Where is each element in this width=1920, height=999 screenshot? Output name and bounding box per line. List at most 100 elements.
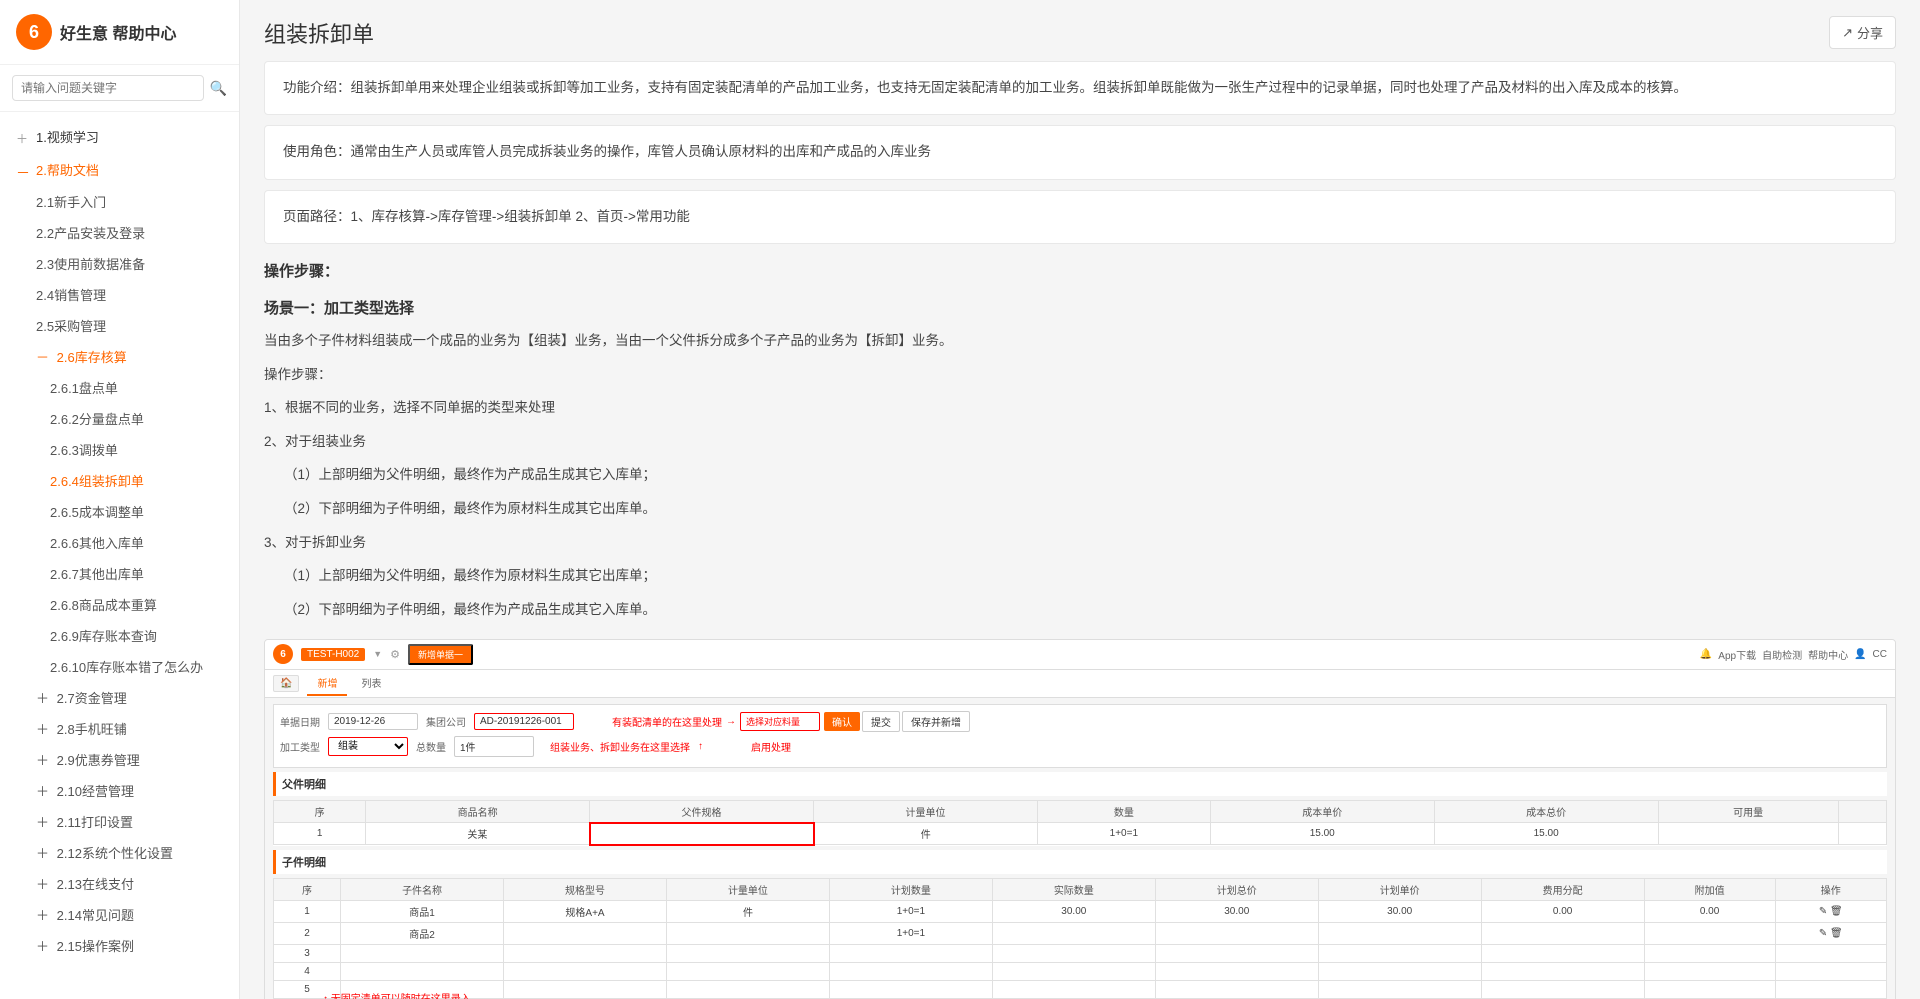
expand-icon: ＋ <box>16 130 30 144</box>
sidebar-item-2-1[interactable]: 2.1新手入门 <box>0 186 239 217</box>
app-icon-user: 👤 <box>1854 649 1866 660</box>
sidebar-item-2-6-4[interactable]: 2.6.4组装拆卸单 <box>0 465 239 496</box>
sidebar-item-2-12[interactable]: ＋ 2.12系统个性化设置 <box>0 837 239 868</box>
nav-group-video-label: 1.视频学习 <box>36 127 99 146</box>
scene-title: 场景一：加工类型选择 <box>264 297 1896 318</box>
upper-section-title: 父件明细 <box>273 772 1887 796</box>
sidebar-item-2-6-1[interactable]: 2.6.1盘点单 <box>0 372 239 403</box>
sidebar-item-2-10[interactable]: ＋ 2.10经营管理 <box>0 775 239 806</box>
lower-td-1-plan-total: 30.00 <box>1155 900 1318 922</box>
lower-td-2-ops[interactable]: ✎ 🗑 <box>1775 922 1886 944</box>
sidebar-item-2-2[interactable]: 2.2产品安装及登录 <box>0 217 239 248</box>
steps-intro: 操作步骤： <box>264 362 1896 388</box>
sidebar-item-2-6-5[interactable]: 2.6.5成本调整单 <box>0 496 239 527</box>
sidebar-item-2-6-9[interactable]: 2.6.9库存账本查询 <box>0 620 239 651</box>
search-button[interactable]: 🔍 <box>210 80 227 97</box>
step3-1: （1）上部明细为父件明细，最终作为原材料生成其它出库单； <box>264 563 1896 589</box>
sidebar-item-2-3[interactable]: 2.3使用前数据准备 <box>0 248 239 279</box>
lower-td-2-fee <box>1481 922 1644 944</box>
lower-table-row-3: 3 <box>274 944 1887 962</box>
form-other-btn1[interactable]: 提交 <box>862 711 900 732</box>
sidebar-search-area: 🔍 <box>0 65 239 112</box>
step2-1: （1）上部明细为父件明细，最终作为产成品生成其它入库单； <box>264 462 1896 488</box>
app-logo-icon: 6 <box>16 14 52 50</box>
lower-th-addon: 附加值 <box>1644 878 1775 900</box>
form-type-label: 加工类型 <box>280 739 320 754</box>
collapse-icon: － <box>16 163 30 177</box>
form-confirm-btn[interactable]: 确认 <box>824 712 860 731</box>
upper-td-spec[interactable] <box>590 823 814 845</box>
lower-th-ops: 操作 <box>1775 878 1886 900</box>
annotation-assemble-text: 有装配清单的在这里处理 <box>612 714 722 729</box>
lower-td-2-plan-price <box>1318 922 1481 944</box>
step2-2: （2）下部明细为子件明细，最终作为原材料生成其它出库单。 <box>264 496 1896 522</box>
nav-group-video-header[interactable]: ＋ 1.视频学习 <box>0 120 239 153</box>
app-top-logo-icon: 6 <box>273 644 293 664</box>
lower-table-row-1: 1 商品1 规格A+A 件 1+0=1 30.00 30.00 30.00 0. <box>274 900 1887 922</box>
sidebar-item-2-14[interactable]: ＋ 2.14常见问题 <box>0 899 239 930</box>
form-date-input[interactable]: 2019-12-26 <box>328 713 418 730</box>
lower-td-2-spec <box>504 922 667 944</box>
annotation-freeform-text: ↑ 无固定清单可以随时在这里录入 <box>323 990 471 999</box>
sidebar-item-2-15[interactable]: ＋ 2.15操作案例 <box>0 930 239 961</box>
upper-th-name: 商品名称 <box>366 800 590 823</box>
lower-td-2-plan-qty: 1+0=1 <box>829 922 992 944</box>
lower-td-1-addon: 0.00 <box>1644 900 1775 922</box>
upper-th-actions <box>1838 800 1886 823</box>
intro-block-3: 页面路径：1、库存核算->库存管理->组装拆卸单 2、首页->常用功能 <box>264 190 1896 244</box>
sidebar-item-2-7[interactable]: ＋ 2.7资金管理 <box>0 682 239 713</box>
lower-td-1-fee: 0.00 <box>1481 900 1644 922</box>
app-nav-tab-list[interactable]: 列表 <box>351 671 391 696</box>
sidebar-item-2-5[interactable]: 2.5采购管理 <box>0 310 239 341</box>
sidebar-item-2-6-6[interactable]: 2.6.6其他入库单 <box>0 527 239 558</box>
app-nav-tab-new[interactable]: 新增 <box>307 671 347 696</box>
lower-th-plan-qty: 计划数量 <box>829 878 992 900</box>
share-button[interactable]: ↗ 分享 <box>1829 16 1896 49</box>
annotation-arrow-3: ↑ <box>698 741 703 752</box>
app-settings-icon: ⚙ <box>390 648 400 661</box>
upper-th-available: 可用量 <box>1658 800 1838 823</box>
lower-td-2-plan-total <box>1155 922 1318 944</box>
lower-td-1-seq: 1 <box>274 900 341 922</box>
upper-td-action <box>1838 823 1886 845</box>
annotation-enable-text: 启用处理 <box>751 739 791 754</box>
upper-th-unit: 计量单位 <box>814 800 1038 823</box>
form-assemble-select[interactable]: 选择对应料量 <box>740 712 820 731</box>
nav-group-docs-label: 2.帮助文档 <box>36 160 99 179</box>
sidebar-item-2-6-10[interactable]: 2.6.10库存账本错了怎么办 <box>0 651 239 682</box>
form-qty-label: 总数量 <box>416 739 446 754</box>
sidebar-item-2-13[interactable]: ＋ 2.13在线支付 <box>0 868 239 899</box>
app-top-icons: 🔔 App下载 自助检测 帮助中心 👤 CC <box>1700 647 1887 662</box>
lower-td-1-ops[interactable]: ✎ 🗑 <box>1775 900 1886 922</box>
form-other-btn2[interactable]: 保存并新增 <box>902 711 970 732</box>
screenshot-wrapper: 6 TEST-H002 ▼ ⚙ 新增单据一 🔔 App下载 自助检测 帮助中心 … <box>264 639 1896 999</box>
upper-th-qty: 数量 <box>1037 800 1210 823</box>
sidebar-item-2-8[interactable]: ＋ 2.8手机旺铺 <box>0 713 239 744</box>
nav-group-docs-header[interactable]: － 2.帮助文档 <box>0 153 239 186</box>
lower-table-header-row: 序 子件名称 规格型号 计量单位 计划数量 实际数量 计划总价 计划单价 费用分 <box>274 878 1887 900</box>
lower-table: 序 子件名称 规格型号 计量单位 计划数量 实际数量 计划总价 计划单价 费用分 <box>273 878 1887 999</box>
sidebar-item-2-6-2[interactable]: 2.6.2分量盘点单 <box>0 403 239 434</box>
sidebar-logo: 6 好生意 帮助中心 <box>0 0 239 65</box>
sidebar-item-2-4[interactable]: 2.4销售管理 <box>0 279 239 310</box>
form-assemble-label: 集团公司 <box>426 714 466 729</box>
upper-td-qty: 1+0=1 <box>1037 823 1210 845</box>
app-icon-help: App下载 <box>1718 647 1756 662</box>
search-input[interactable] <box>12 75 204 101</box>
sidebar-item-2-6-3[interactable]: 2.6.3调拨单 <box>0 434 239 465</box>
sidebar-item-2-6-8[interactable]: 2.6.8商品成本重算 <box>0 589 239 620</box>
lower-table-row-4: 4 <box>274 962 1887 980</box>
sidebar-item-2-11[interactable]: ＋ 2.11打印设置 <box>0 806 239 837</box>
app-new-order-btn[interactable]: 新增单据一 <box>408 644 473 665</box>
app-nav-home: 🏠 <box>273 675 299 692</box>
form-doc-number[interactable]: AD-20191226-001 <box>474 713 574 730</box>
form-type-select[interactable]: 组装 拆卸 <box>328 737 408 756</box>
app-nav-tabs: 🏠 新增 列表 <box>265 670 1895 698</box>
operation-steps-title: 操作步骤： <box>264 260 1896 281</box>
sidebar-item-2-9[interactable]: ＋ 2.9优惠券管理 <box>0 744 239 775</box>
sidebar-item-2-6[interactable]: － 2.6库存核算 <box>0 341 239 372</box>
article-body: 功能介绍：组装拆卸单用来处理企业组装或拆卸等加工业务，支持有固定装配清单的产品加… <box>240 61 1920 999</box>
sidebar-item-2-6-7[interactable]: 2.6.7其他出库单 <box>0 558 239 589</box>
lower-th-real-qty: 实际数量 <box>992 878 1155 900</box>
app-icon-bell: 🔔 <box>1700 649 1712 660</box>
